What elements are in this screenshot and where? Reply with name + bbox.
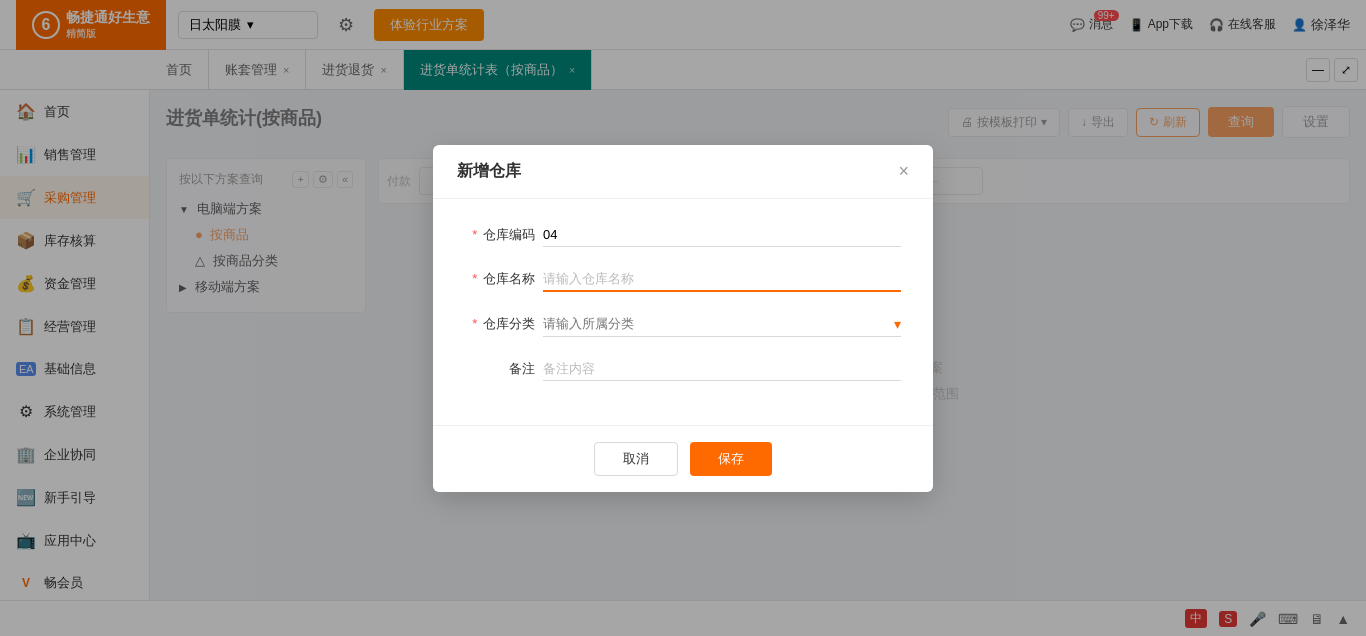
save-button[interactable]: 保存 bbox=[690, 442, 772, 476]
modal-title: 新增仓库 bbox=[457, 161, 521, 182]
name-label: * 仓库名称 bbox=[465, 270, 535, 288]
remark-input[interactable] bbox=[543, 357, 901, 381]
code-input[interactable] bbox=[543, 223, 901, 247]
category-select[interactable]: ▾ bbox=[543, 312, 901, 337]
modal-body: * 仓库编码 * 仓库名称 * 仓库分类 bbox=[433, 199, 933, 425]
category-label: * 仓库分类 bbox=[465, 315, 535, 333]
code-label: * 仓库编码 bbox=[465, 226, 535, 244]
modal-close-button[interactable]: × bbox=[898, 161, 909, 182]
form-row-remark: 备注 bbox=[465, 357, 901, 381]
name-input[interactable] bbox=[543, 267, 901, 292]
remark-label: 备注 bbox=[465, 360, 535, 378]
modal-overlay: 新增仓库 × * 仓库编码 * 仓库名称 bbox=[0, 0, 1366, 636]
required-star-code: * bbox=[472, 227, 477, 242]
modal-header: 新增仓库 × bbox=[433, 145, 933, 199]
category-input[interactable] bbox=[543, 316, 894, 331]
required-star-name: * bbox=[472, 271, 477, 286]
form-row-category: * 仓库分类 ▾ bbox=[465, 312, 901, 337]
form-row-code: * 仓库编码 bbox=[465, 223, 901, 247]
modal-footer: 取消 保存 bbox=[433, 425, 933, 492]
cancel-button[interactable]: 取消 bbox=[594, 442, 678, 476]
form-row-name: * 仓库名称 bbox=[465, 267, 901, 292]
category-dropdown-icon: ▾ bbox=[894, 316, 901, 332]
required-star-category: * bbox=[472, 316, 477, 331]
add-warehouse-modal: 新增仓库 × * 仓库编码 * 仓库名称 bbox=[433, 145, 933, 492]
